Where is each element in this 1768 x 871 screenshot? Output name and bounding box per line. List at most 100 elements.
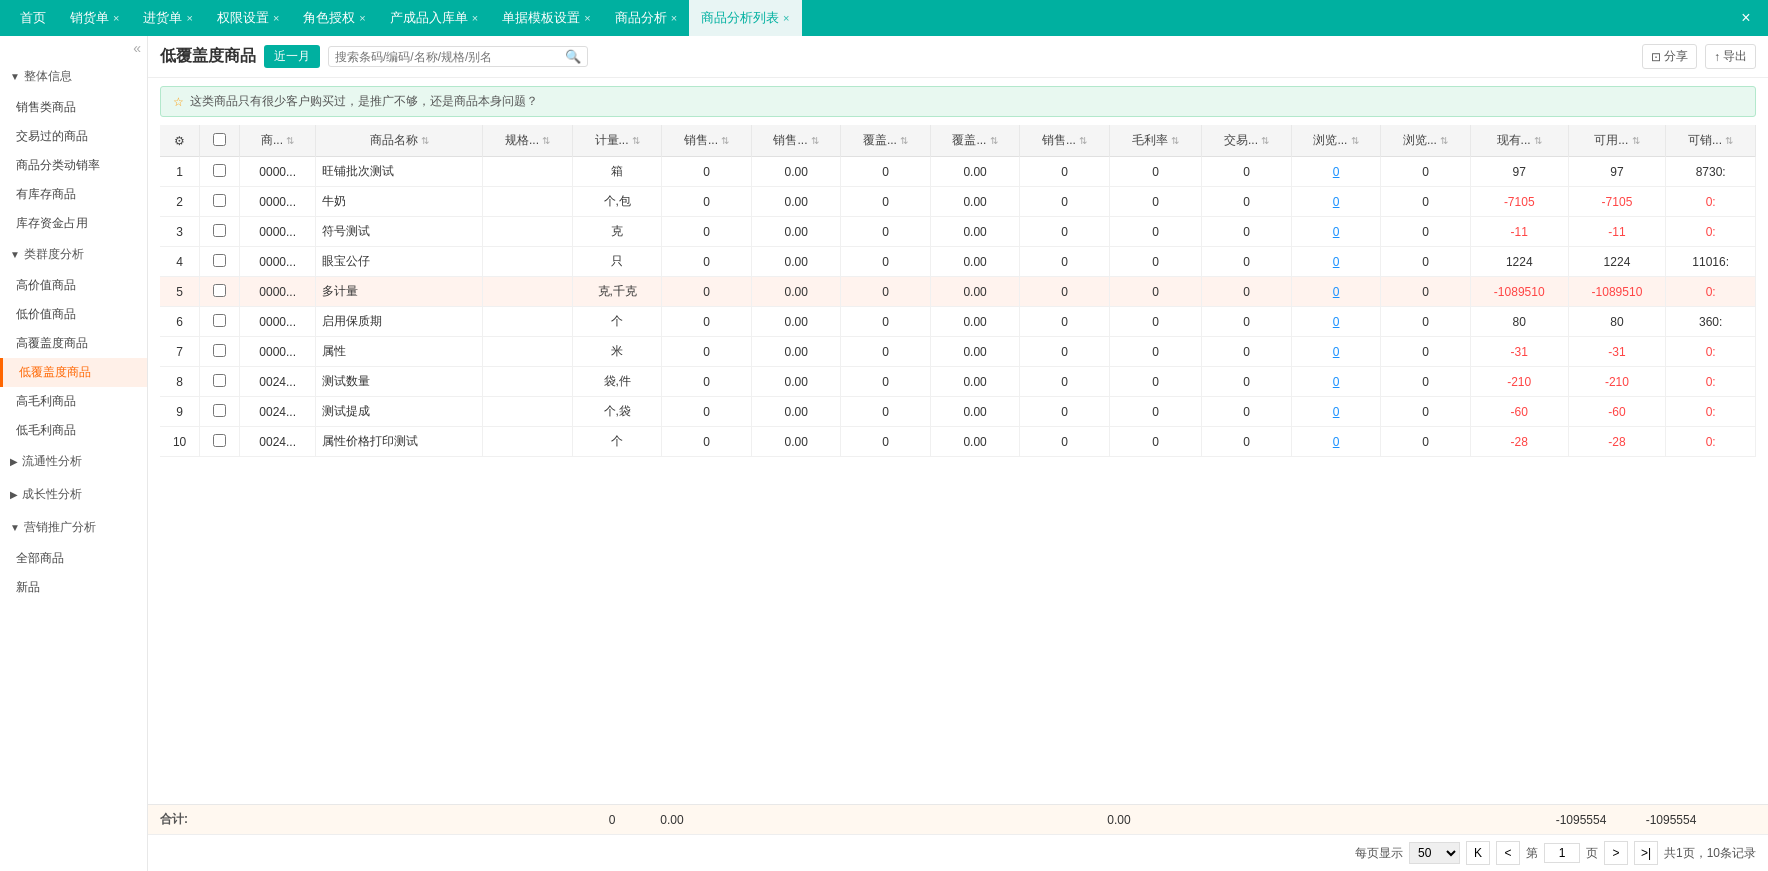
row-view1[interactable]: 0 — [1291, 187, 1380, 217]
per-page-select[interactable]: 50 20 100 200 — [1409, 842, 1460, 864]
prev-page-button[interactable]: < — [1496, 841, 1520, 865]
sidebar-item-in-stock[interactable]: 有库存商品 — [0, 180, 147, 209]
row-view1[interactable]: 0 — [1291, 367, 1380, 397]
row-select-checkbox[interactable] — [213, 314, 226, 327]
export-button[interactable]: ↑ 导出 — [1705, 44, 1756, 69]
col-current[interactable]: 现有... ⇅ — [1470, 125, 1568, 157]
select-all-checkbox[interactable] — [213, 133, 226, 146]
row-select-checkbox[interactable] — [213, 194, 226, 207]
row-select-checkbox[interactable] — [213, 434, 226, 447]
row-view1[interactable]: 0 — [1291, 337, 1380, 367]
sidebar-item-category-rate[interactable]: 商品分类动销率 — [0, 151, 147, 180]
row-checkbox[interactable] — [200, 307, 240, 337]
search-input[interactable] — [335, 50, 565, 64]
row-view1[interactable]: 0 — [1291, 307, 1380, 337]
nav-product-analysis-close[interactable]: × — [671, 12, 677, 24]
row-current: -1089510 — [1470, 277, 1568, 307]
nav-products-entry-close[interactable]: × — [472, 12, 478, 24]
sidebar-item-traded-products[interactable]: 交易过的商品 — [0, 122, 147, 151]
col-cover1[interactable]: 覆盖... ⇅ — [841, 125, 930, 157]
col-trade[interactable]: 交易... ⇅ — [1202, 125, 1291, 157]
col-code[interactable]: 商... ⇅ — [240, 125, 316, 157]
next-page-button[interactable]: > — [1604, 841, 1628, 865]
col-saleable[interactable]: 可销... ⇅ — [1666, 125, 1756, 157]
col-checkbox[interactable] — [200, 125, 240, 157]
row-checkbox[interactable] — [200, 337, 240, 367]
sidebar-item-sales-products[interactable]: 销售类商品 — [0, 93, 147, 122]
sidebar-item-inventory-capital[interactable]: 库存资金占用 — [0, 209, 147, 238]
col-spec[interactable]: 规格... ⇅ — [483, 125, 572, 157]
row-select-checkbox[interactable] — [213, 404, 226, 417]
nav-template-settings[interactable]: 单据模板设置 × — [490, 0, 602, 36]
col-sale-amount[interactable]: 销售... ⇅ — [751, 125, 840, 157]
col-view1[interactable]: 浏览... ⇅ — [1291, 125, 1380, 157]
nav-sales[interactable]: 销货单 × — [58, 0, 131, 36]
window-close-button[interactable]: × — [1732, 0, 1760, 36]
page-number-input[interactable] — [1544, 843, 1580, 863]
col-view2[interactable]: 浏览... ⇅ — [1381, 125, 1470, 157]
col-cover2[interactable]: 覆盖... ⇅ — [930, 125, 1019, 157]
row-checkbox[interactable] — [200, 247, 240, 277]
sidebar-item-low-value[interactable]: 低价值商品 — [0, 300, 147, 329]
sidebar-section-marketing[interactable]: ▼ 营销推广分析 — [0, 511, 147, 544]
col-available[interactable]: 可用... ⇅ — [1568, 125, 1666, 157]
sidebar-section-liquidity[interactable]: ▶ 流通性分析 — [0, 445, 147, 478]
row-select-checkbox[interactable] — [213, 224, 226, 237]
nav-product-analysis-list-close[interactable]: × — [783, 12, 789, 24]
row-select-checkbox[interactable] — [213, 164, 226, 177]
col-sale3[interactable]: 销售... ⇅ — [1020, 125, 1109, 157]
nav-roles[interactable]: 角色授权 × — [291, 0, 377, 36]
nav-permissions-close[interactable]: × — [273, 12, 279, 24]
row-view1[interactable]: 0 — [1291, 397, 1380, 427]
date-filter-button[interactable]: 近一月 — [264, 45, 320, 68]
row-select-checkbox[interactable] — [213, 254, 226, 267]
nav-sales-close[interactable]: × — [113, 12, 119, 24]
col-unit[interactable]: 计量... ⇅ — [572, 125, 661, 157]
row-view1[interactable]: 0 — [1291, 157, 1380, 187]
row-view1[interactable]: 0 — [1291, 427, 1380, 457]
row-view1[interactable]: 0 — [1291, 217, 1380, 247]
row-view1[interactable]: 0 — [1291, 247, 1380, 277]
row-num: 2 — [160, 187, 200, 217]
row-checkbox[interactable] — [200, 157, 240, 187]
nav-product-analysis-list[interactable]: 商品分析列表 × — [689, 0, 801, 36]
row-select-checkbox[interactable] — [213, 344, 226, 357]
share-button[interactable]: ⊡ 分享 — [1642, 44, 1697, 69]
sidebar-item-new-products[interactable]: 新品 — [0, 573, 147, 602]
sidebar-item-high-value[interactable]: 高价值商品 — [0, 271, 147, 300]
first-page-button[interactable]: K — [1466, 841, 1490, 865]
col-gross[interactable]: 毛利率 ⇅ — [1109, 125, 1202, 157]
nav-roles-close[interactable]: × — [359, 12, 365, 24]
nav-products-entry[interactable]: 产成品入库单 × — [378, 0, 490, 36]
row-checkbox[interactable] — [200, 187, 240, 217]
sidebar-item-low-margin[interactable]: 低毛利商品 — [0, 416, 147, 445]
sidebar-section-growth[interactable]: ▶ 成长性分析 — [0, 478, 147, 511]
col-settings[interactable]: ⚙ — [160, 125, 200, 157]
nav-purchase[interactable]: 进货单 × — [131, 0, 204, 36]
row-view1[interactable]: 0 — [1291, 277, 1380, 307]
col-sale-qty[interactable]: 销售... ⇅ — [662, 125, 751, 157]
sidebar-section-overall[interactable]: ▼ 整体信息 — [0, 60, 147, 93]
sidebar-item-high-coverage[interactable]: 高覆盖度商品 — [0, 329, 147, 358]
row-select-checkbox[interactable] — [213, 374, 226, 387]
row-checkbox[interactable] — [200, 367, 240, 397]
row-checkbox[interactable] — [200, 277, 240, 307]
sidebar-collapse-button[interactable]: « — [0, 36, 147, 60]
row-select-checkbox[interactable] — [213, 284, 226, 297]
sidebar-item-low-coverage[interactable]: 低覆盖度商品 — [0, 358, 147, 387]
nav-product-analysis[interactable]: 商品分析 × — [603, 0, 689, 36]
row-checkbox[interactable] — [200, 217, 240, 247]
nav-purchase-close[interactable]: × — [186, 12, 192, 24]
row-current: 97 — [1470, 157, 1568, 187]
sidebar-item-high-margin[interactable]: 高毛利商品 — [0, 387, 147, 416]
col-name[interactable]: 商品名称 ⇅ — [316, 125, 483, 157]
nav-template-settings-close[interactable]: × — [584, 12, 590, 24]
row-checkbox[interactable] — [200, 397, 240, 427]
sidebar-section-group-analysis[interactable]: ▼ 类群度分析 — [0, 238, 147, 271]
row-saleable: 0: — [1666, 397, 1756, 427]
nav-home[interactable]: 首页 — [8, 0, 58, 36]
row-checkbox[interactable] — [200, 427, 240, 457]
last-page-button[interactable]: >| — [1634, 841, 1658, 865]
sidebar-item-all-products[interactable]: 全部商品 — [0, 544, 147, 573]
nav-permissions[interactable]: 权限设置 × — [205, 0, 291, 36]
